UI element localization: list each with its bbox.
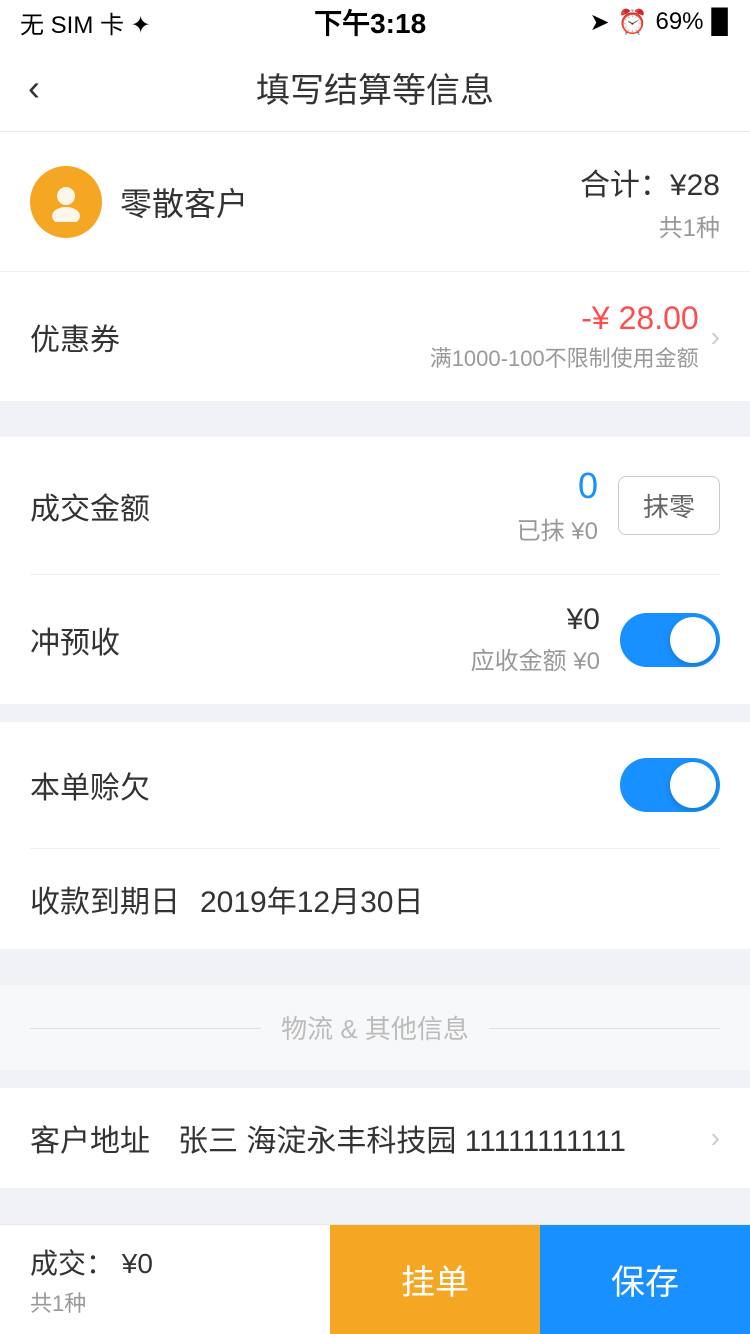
logistics-label: 物流 & 其他信息 — [261, 1009, 489, 1046]
customer-right: 合计：¥28 共1种 — [580, 160, 720, 243]
due-date-value: 2019年12月30日 — [200, 877, 423, 921]
bottom-count: 共1种 — [30, 1286, 300, 1318]
trans-label: 成交金额 — [30, 484, 150, 528]
status-time: 下午3:18 — [314, 2, 426, 42]
debt-label: 本单赊欠 — [30, 763, 150, 807]
address-value: 张三 海淀永丰科技园 11111111111 — [178, 1116, 701, 1160]
save-button[interactable]: 保存 — [540, 1225, 750, 1334]
pre-amount: ¥0 — [471, 603, 600, 637]
address-section: 客户地址 张三 海淀永丰科技园 11111111111 › — [0, 1088, 750, 1188]
total-amount: 合计：¥28 — [580, 160, 720, 204]
status-right: ➤ ⏰ 69% ▉ — [589, 8, 730, 37]
back-button[interactable]: ‹ — [28, 67, 40, 109]
debt-section: 本单赊欠 收款到期日 2019年12月30日 — [0, 722, 750, 949]
bottom-bar: 成交： ¥0 共1种 挂单 保存 — [0, 1224, 750, 1334]
sim-label: 无 SIM 卡 ✦ — [20, 5, 151, 40]
customer-section: 零散客户 合计：¥28 共1种 优惠券 -¥ 28.00 满1000-100不限… — [0, 132, 750, 401]
due-date-row: 收款到期日 2019年12月30日 — [30, 848, 720, 949]
page-title: 填写结算等信息 — [256, 63, 494, 112]
customer-row: 零散客户 合计：¥28 共1种 — [0, 132, 750, 271]
bottom-trans-value: ¥0 — [122, 1248, 153, 1279]
transaction-row: 成交金额 0 已抹 ¥0 抹零 — [30, 437, 720, 575]
address-label: 客户地址 — [30, 1116, 150, 1160]
coupon-value: -¥ 28.00 满1000-100不限制使用金额 — [430, 300, 699, 373]
pre-receive-label: 冲预收 — [30, 618, 120, 662]
avatar — [30, 166, 102, 238]
location-icon: ➤ — [589, 8, 609, 37]
bottom-trans: 成交： ¥0 — [30, 1242, 300, 1282]
logistics-divider — [0, 967, 750, 985]
total-count: 共1种 — [580, 208, 720, 243]
trans-sub: 已抹 ¥0 — [517, 511, 598, 546]
debt-toggle[interactable] — [620, 758, 720, 812]
bottom-info: 成交： ¥0 共1种 — [0, 1225, 330, 1334]
customer-name: 零散客户 — [120, 179, 248, 225]
round-button[interactable]: 抹零 — [618, 476, 720, 535]
pre-sub: 应收金额 ¥0 — [471, 641, 600, 676]
coupon-label: 优惠券 — [30, 315, 120, 359]
coupon-chevron-icon: › — [711, 321, 720, 353]
coupon-desc: 满1000-100不限制使用金额 — [430, 341, 699, 373]
battery-icon: ▉ — [712, 8, 730, 37]
trans-value-block: 0 已抹 ¥0 — [517, 465, 598, 546]
transaction-section: 成交金额 0 已抹 ¥0 抹零 冲预收 ¥0 应收金额 ¥0 — [0, 437, 750, 704]
battery-label: 69% — [655, 8, 703, 36]
due-date-label: 收款到期日 — [30, 877, 180, 921]
pre-receive-right: ¥0 应收金额 ¥0 — [471, 603, 720, 676]
address-row[interactable]: 客户地址 张三 海淀永丰科技园 11111111111 › — [30, 1088, 720, 1188]
status-bar: 无 SIM 卡 ✦ 下午3:18 ➤ ⏰ 69% ▉ — [0, 0, 750, 44]
coupon-amount: -¥ 28.00 — [430, 300, 699, 337]
nav-bar: ‹ 填写结算等信息 — [0, 44, 750, 132]
address-chevron-icon: › — [711, 1122, 720, 1154]
trans-value[interactable]: 0 — [517, 465, 598, 507]
coupon-row[interactable]: 优惠券 -¥ 28.00 满1000-100不限制使用金额 › — [0, 271, 750, 401]
trans-input-area: 0 已抹 ¥0 抹零 — [517, 465, 720, 546]
customer-left: 零散客户 — [30, 166, 248, 238]
divider-2 — [0, 704, 750, 722]
divider-1 — [0, 419, 750, 437]
debt-row: 本单赊欠 — [30, 722, 720, 848]
pre-receive-row: 冲预收 ¥0 应收金额 ¥0 — [30, 575, 720, 704]
pre-value-area: ¥0 应收金额 ¥0 — [471, 603, 600, 676]
logistics-header: 物流 & 其他信息 — [0, 985, 750, 1070]
pre-receive-toggle[interactable] — [620, 613, 720, 667]
alarm-icon: ⏰ — [618, 8, 648, 37]
bottom-trans-label: 成交： — [30, 1248, 114, 1279]
hold-button[interactable]: 挂单 — [330, 1225, 540, 1334]
coupon-right: -¥ 28.00 满1000-100不限制使用金额 › — [430, 300, 720, 373]
status-left: 无 SIM 卡 ✦ — [20, 5, 151, 40]
